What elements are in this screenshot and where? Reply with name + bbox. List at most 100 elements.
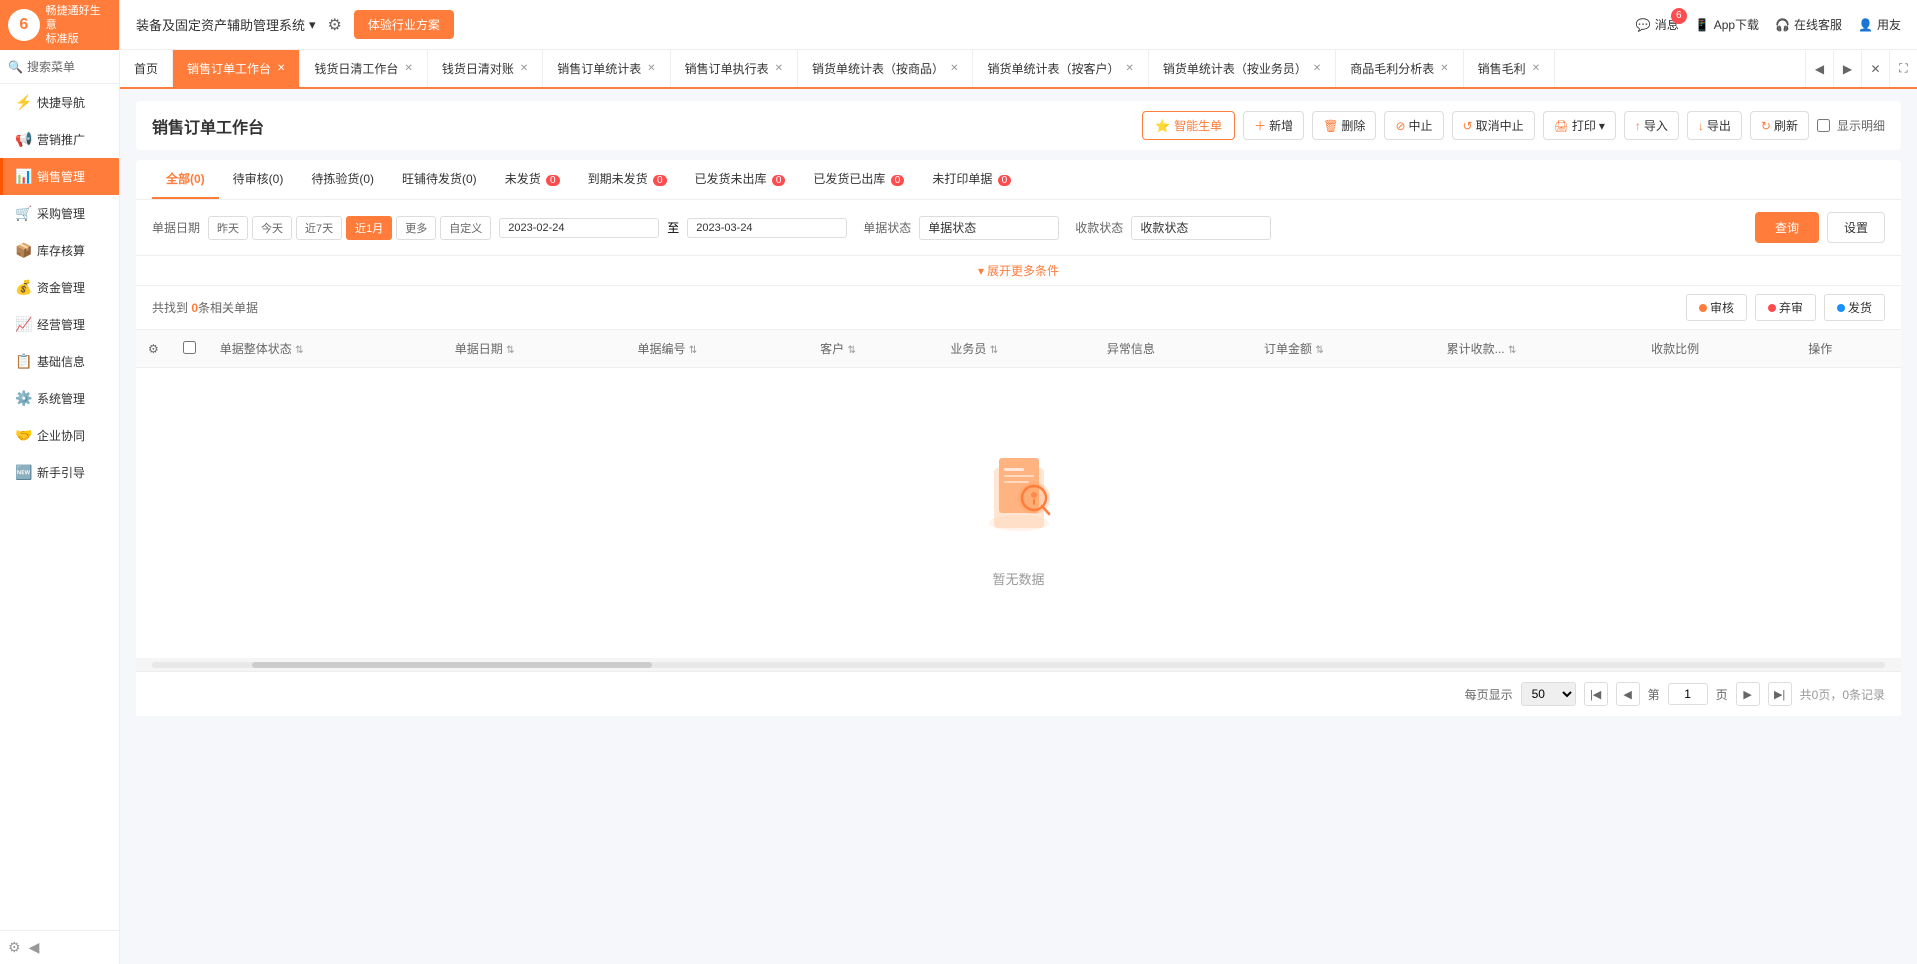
date-from-input[interactable] (499, 218, 659, 238)
date-btn-7days[interactable]: 近7天 (296, 216, 342, 240)
tab-close-icon[interactable]: ✕ (1125, 63, 1133, 74)
sort-icon[interactable]: ⇅ (1315, 345, 1323, 356)
sidebar-item-finance[interactable]: 💰 资金管理 (0, 269, 119, 306)
first-page-btn[interactable]: |◀ (1584, 682, 1608, 706)
horizontal-scrollbar[interactable] (136, 659, 1901, 671)
page-size-select[interactable]: 50 100 (1521, 682, 1576, 706)
system-title-dropdown[interactable]: 装备及固定资产辅助管理系统 ▾ (136, 15, 316, 34)
tab-close-icon[interactable]: ✕ (1313, 63, 1321, 74)
last-page-btn[interactable]: ▶| (1768, 682, 1792, 706)
tab-close-all-btn[interactable]: ✕ (1861, 51, 1889, 87)
tab-daily-clear-workbench[interactable]: 钱货日清工作台 ✕ (300, 50, 427, 87)
date-btn-today[interactable]: 今天 (252, 216, 292, 240)
tab-close-icon[interactable]: ✕ (277, 63, 285, 74)
online-service-btn[interactable]: 🎧 在线客服 (1775, 16, 1842, 33)
export-btn[interactable]: ↓ 导出 (1687, 111, 1742, 140)
import-btn[interactable]: ↑ 导入 (1624, 111, 1679, 140)
filter-tab-all[interactable]: 全部(0) (152, 160, 219, 199)
sidebar-search[interactable]: 🔍 搜索菜单 (0, 50, 119, 84)
filter-tab-not-shipped[interactable]: 未发货 0 (491, 160, 574, 199)
tab-sales-by-salesperson[interactable]: 销货单统计表（按业务员） ✕ (1149, 50, 1336, 87)
sidebar-item-enterprise[interactable]: 🤝 企业协同 (0, 417, 119, 454)
col-checkbox[interactable] (171, 330, 208, 368)
tab-daily-reconcile[interactable]: 钱货日清对账 ✕ (428, 50, 543, 87)
cancel-stop-btn[interactable]: ↺ 取消中止 (1452, 111, 1535, 140)
sort-icon[interactable]: ⇅ (1508, 345, 1516, 356)
sort-icon[interactable]: ⇅ (295, 345, 303, 356)
ship-btn[interactable]: 发货 (1824, 294, 1885, 321)
tab-sales-margin[interactable]: 销售毛利 ✕ (1464, 50, 1555, 87)
industry-btn[interactable]: 体验行业方案 (354, 10, 454, 39)
tab-close-icon[interactable]: ✕ (1532, 63, 1540, 74)
tab-close-icon[interactable]: ✕ (647, 63, 655, 74)
user-menu[interactable]: 👤 用友 (1858, 16, 1901, 33)
tab-close-icon[interactable]: ✕ (404, 63, 412, 74)
date-btn-1month[interactable]: 近1月 (346, 216, 392, 240)
prev-page-btn[interactable]: ◀ (1616, 682, 1640, 706)
show-detail-checkbox[interactable] (1817, 119, 1830, 132)
tab-home[interactable]: 首页 (120, 50, 173, 87)
query-btn[interactable]: 查询 (1755, 212, 1819, 243)
tab-close-icon[interactable]: ✕ (520, 63, 528, 74)
payment-select[interactable]: 收款状态 (1131, 216, 1271, 240)
app-download-btn[interactable]: 📱 App下载 (1695, 16, 1759, 33)
expand-btn[interactable]: ▾ 展开更多条件 (978, 262, 1059, 279)
tab-sales-by-product[interactable]: 销货单统计表（按商品） ✕ (798, 50, 973, 87)
status-select[interactable]: 单据状态 (919, 216, 1059, 240)
sidebar-item-sales[interactable]: 📊 销售管理 (0, 158, 119, 195)
sort-icon[interactable]: ⇅ (689, 345, 697, 356)
tab-sales-by-customer[interactable]: 销货单统计表（按客户） ✕ (973, 50, 1148, 87)
date-to-input[interactable] (687, 218, 847, 238)
stop-btn[interactable]: ⊘ 中止 (1384, 111, 1443, 140)
next-page-btn[interactable]: ▶ (1736, 682, 1760, 706)
tab-prev-btn[interactable]: ◀ (1805, 51, 1833, 87)
topbar-settings-icon[interactable]: ⚙ (328, 15, 342, 35)
page-number-input[interactable] (1668, 683, 1708, 705)
scrollbar-thumb[interactable] (252, 662, 652, 668)
sort-icon[interactable]: ⇅ (847, 345, 855, 356)
sidebar-item-inventory[interactable]: 📦 库存核算 (0, 232, 119, 269)
audit-btn[interactable]: 审核 (1686, 294, 1747, 321)
date-btn-custom[interactable]: 自定义 (440, 216, 491, 240)
tab-sales-order-workbench[interactable]: 销售订单工作台 ✕ (173, 50, 300, 87)
settings-btn[interactable]: 设置 (1827, 212, 1885, 243)
date-btn-yesterday[interactable]: 昨天 (208, 216, 248, 240)
print-btn[interactable]: 🖨 打印 ▾ (1543, 111, 1616, 140)
scrollbar-track[interactable] (152, 662, 1885, 668)
sidebar-item-marketing[interactable]: 📢 营销推广 (0, 121, 119, 158)
sort-icon[interactable]: ⇅ (506, 345, 514, 356)
filter-tab-expired-not-shipped[interactable]: 到期未发货 0 (574, 160, 681, 199)
add-btn[interactable]: ＋ 新增 (1243, 111, 1304, 140)
filter-tab-wangpu-ship[interactable]: 旺铺待发货(0) (388, 160, 491, 199)
sidebar-item-basic[interactable]: 📋 基础信息 (0, 343, 119, 380)
settings-bottom-icon[interactable]: ⚙ (8, 939, 21, 956)
filter-tab-shipped-not-out[interactable]: 已发货未出库 0 (681, 160, 800, 199)
sidebar-item-operation[interactable]: 📈 经营管理 (0, 306, 119, 343)
sidebar-item-system[interactable]: ⚙️ 系统管理 (0, 380, 119, 417)
collapse-icon[interactable]: ◀ (29, 939, 40, 956)
sidebar-item-newbie[interactable]: 🆕 新手引导 (0, 454, 119, 491)
sidebar-item-purchase[interactable]: 🛒 采购管理 (0, 195, 119, 232)
select-all-checkbox[interactable] (183, 341, 196, 354)
filter-tab-pending-review[interactable]: 待审核(0) (219, 160, 298, 199)
filter-tab-not-printed[interactable]: 未打印单据 0 (918, 160, 1025, 199)
tab-close-icon[interactable]: ✕ (775, 63, 783, 74)
cancel-audit-btn[interactable]: 弃审 (1755, 294, 1816, 321)
show-detail-toggle[interactable]: 显示明细 (1817, 117, 1885, 134)
refresh-btn[interactable]: ↻ 刷新 (1750, 111, 1809, 140)
sidebar-item-quick-nav[interactable]: ⚡ 快捷导航 (0, 84, 119, 121)
message-btn[interactable]: 💬 消息 6 (1636, 16, 1679, 33)
sort-icon[interactable]: ⇅ (990, 345, 998, 356)
tab-margin-analysis[interactable]: 商品毛利分析表 ✕ (1336, 50, 1463, 87)
tab-sales-stats[interactable]: 销售订单统计表 ✕ (543, 50, 670, 87)
tab-maximize-btn[interactable]: ⛶ (1889, 51, 1917, 87)
col-settings[interactable]: ⚙ (136, 330, 171, 368)
tab-next-btn[interactable]: ▶ (1833, 51, 1861, 87)
delete-btn[interactable]: 🗑 删除 (1312, 111, 1376, 140)
tab-sales-exec[interactable]: 销售订单执行表 ✕ (671, 50, 798, 87)
tab-close-icon[interactable]: ✕ (1440, 63, 1448, 74)
date-btn-more[interactable]: 更多 (396, 216, 436, 240)
filter-tab-shipped-out[interactable]: 已发货已出库 0 (799, 160, 918, 199)
filter-tab-pending-pick[interactable]: 待拣验货(0) (297, 160, 388, 199)
smart-order-btn[interactable]: ⭐ 智能生单 (1142, 111, 1235, 140)
